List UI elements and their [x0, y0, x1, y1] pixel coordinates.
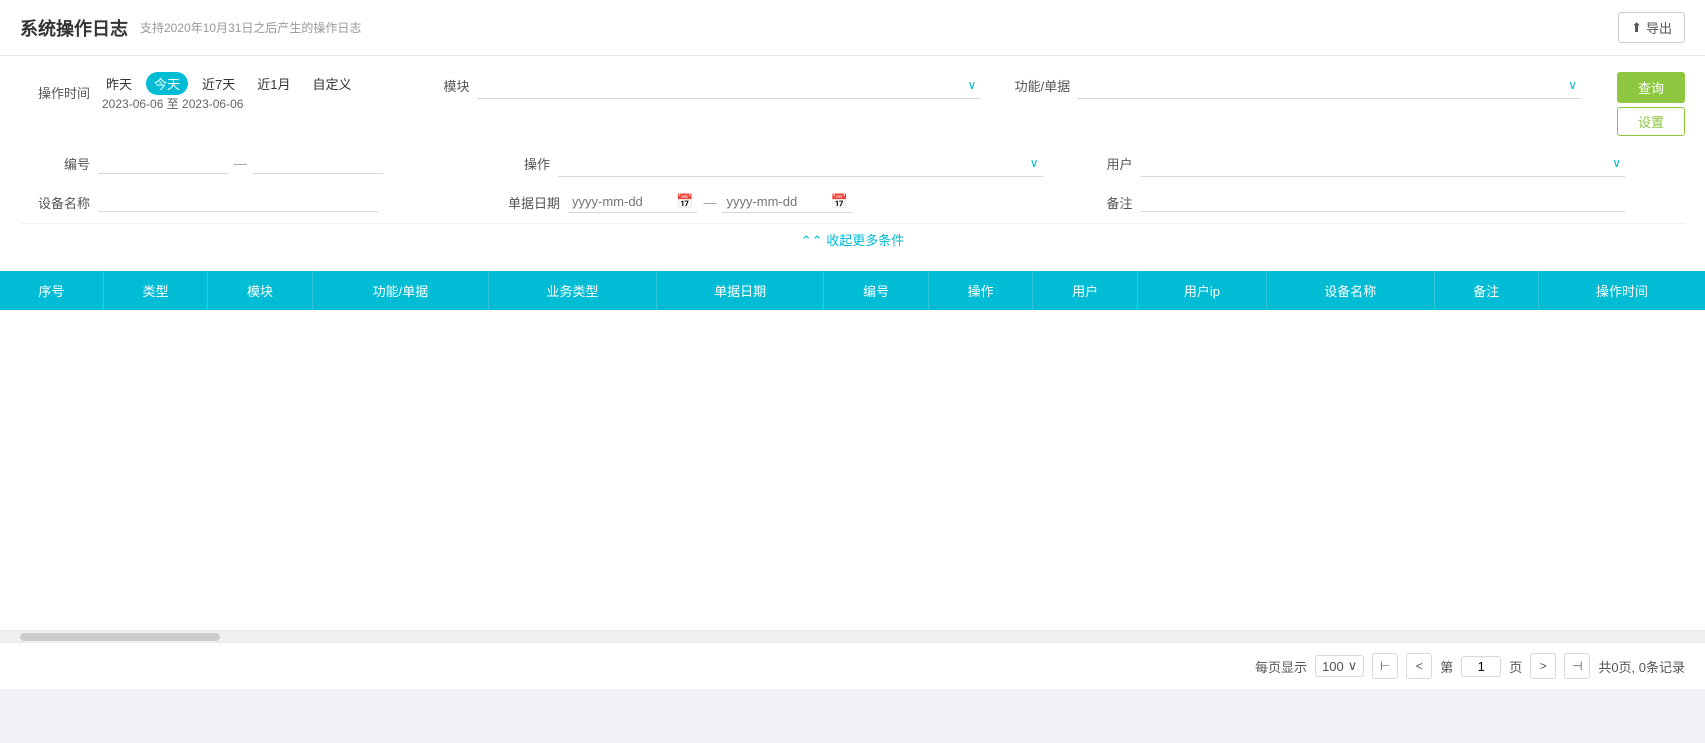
yesterday-btn[interactable]: 昨天 — [98, 72, 140, 95]
empty-area — [0, 310, 1705, 630]
next-page-button[interactable]: > — [1530, 653, 1556, 679]
table-col-模块: 模块 — [208, 271, 312, 310]
table-col-操作: 操作 — [928, 271, 1032, 310]
func-chevron-icon: ∨ — [1568, 78, 1577, 92]
op-select[interactable]: ∨ — [558, 150, 1043, 177]
page-unit: 页 — [1509, 657, 1522, 676]
user-chevron-icon: ∨ — [1612, 156, 1621, 170]
7days-btn[interactable]: 近7天 — [194, 72, 243, 95]
page-size-select[interactable]: 100 ∨ — [1315, 655, 1364, 677]
func-label: 功能/单据 — [1000, 76, 1070, 95]
settings-button[interactable]: 设置 — [1617, 107, 1685, 136]
code-start-input[interactable] — [98, 154, 228, 174]
page-size-chevron-icon: ∨ — [1348, 658, 1358, 674]
table-col-类型: 类型 — [103, 271, 207, 310]
filter-area: 操作时间 昨天 今天 近7天 近1月 自定义 2023-06-06 至 2023… — [0, 56, 1705, 271]
user-select[interactable]: ∨ — [1141, 150, 1626, 177]
module-select[interactable]: ∨ — [478, 72, 981, 99]
table-col-设备名称: 设备名称 — [1266, 271, 1434, 310]
date-range-display: 2023-06-06 至 2023-06-06 — [102, 95, 360, 112]
title-area: 系统操作日志 支持2020年10月31日之后产生的操作日志 — [20, 15, 361, 41]
module-label: 模块 — [400, 76, 470, 95]
last-page-button[interactable]: ⊣ — [1564, 653, 1590, 679]
page-title: 系统操作日志 — [20, 15, 128, 41]
voucher-date-end-input[interactable] — [726, 194, 826, 209]
page-header: 系统操作日志 支持2020年10月31日之后产生的操作日志 ⬆ 导出 — [0, 0, 1705, 56]
module-chevron-icon: ∨ — [967, 78, 976, 92]
query-button[interactable]: 查询 — [1617, 72, 1685, 103]
action-buttons: 查询 设置 — [1617, 72, 1685, 136]
user-select-text — [1145, 152, 1613, 174]
remark-input[interactable] — [1141, 192, 1626, 212]
op-select-text — [562, 152, 1030, 174]
page-size-value: 100 — [1322, 659, 1344, 674]
table-col-单据日期: 单据日期 — [656, 271, 824, 310]
calendar-end-icon[interactable]: 📅 — [830, 193, 847, 210]
data-table: 序号类型模块功能/单据业务类型单据日期编号操作用户用户ip设备名称备注操作时间 — [0, 271, 1705, 310]
device-input[interactable] — [98, 192, 378, 212]
table-col-操作时间: 操作时间 — [1539, 271, 1705, 310]
table-col-用户ip: 用户ip — [1137, 271, 1266, 310]
page-subtitle: 支持2020年10月31日之后产生的操作日志 — [140, 19, 361, 36]
total-label: 共0页, 0条记录 — [1598, 657, 1685, 676]
device-label: 设备名称 — [20, 193, 90, 212]
func-select-text — [1082, 74, 1568, 96]
table-header-row: 序号类型模块功能/单据业务类型单据日期编号操作用户用户ip设备名称备注操作时间 — [0, 271, 1705, 310]
horizontal-scrollbar[interactable] — [0, 630, 1705, 642]
collapse-icon: ⌃⌃ — [801, 233, 823, 248]
page-number-input[interactable] — [1461, 656, 1501, 677]
code-end-input[interactable] — [253, 154, 383, 174]
voucher-date-start-input[interactable] — [572, 194, 672, 209]
table-col-备注: 备注 — [1434, 271, 1538, 310]
time-label: 操作时间 — [20, 83, 90, 102]
voucher-date-end[interactable]: 📅 — [722, 191, 851, 213]
today-btn[interactable]: 今天 — [146, 72, 188, 95]
table-col-序号: 序号 — [0, 271, 103, 310]
op-label: 操作 — [480, 154, 550, 173]
table-col-编号: 编号 — [824, 271, 928, 310]
export-button[interactable]: ⬆ 导出 — [1618, 12, 1685, 43]
voucher-date-start[interactable]: 📅 — [568, 191, 697, 213]
collapse-bar[interactable]: ⌃⌃ 收起更多条件 — [20, 223, 1685, 255]
func-select[interactable]: ∨ — [1078, 72, 1581, 99]
prev-page-button[interactable]: < — [1406, 653, 1432, 679]
user-label: 用户 — [1063, 154, 1133, 173]
collapse-label: 收起更多条件 — [826, 233, 904, 248]
first-page-button[interactable]: ⊢ — [1372, 653, 1398, 679]
table-col-功能/单据: 功能/单据 — [312, 271, 488, 310]
page-label: 第 — [1440, 657, 1453, 676]
table-header: 序号类型模块功能/单据业务类型单据日期编号操作用户用户ip设备名称备注操作时间 — [0, 271, 1705, 310]
code-label: 编号 — [20, 154, 90, 173]
scrollbar-thumb[interactable] — [20, 633, 220, 641]
table-col-业务类型: 业务类型 — [489, 271, 657, 310]
module-select-text — [482, 74, 968, 96]
custom-btn[interactable]: 自定义 — [305, 72, 360, 95]
calendar-start-icon[interactable]: 📅 — [676, 193, 693, 210]
remark-label: 备注 — [1063, 193, 1133, 212]
page-size-label: 每页显示 — [1255, 657, 1307, 676]
time-buttons: 昨天 今天 近7天 近1月 自定义 — [98, 72, 360, 95]
op-chevron-icon: ∨ — [1030, 156, 1039, 170]
pagination-bar: 每页显示 100 ∨ ⊢ < 第 页 > ⊣ 共0页, 0条记录 — [0, 642, 1705, 689]
export-icon: ⬆ — [1631, 20, 1642, 36]
table-col-用户: 用户 — [1033, 271, 1137, 310]
voucher-date-label: 单据日期 — [480, 193, 560, 212]
1month-btn[interactable]: 近1月 — [249, 72, 298, 95]
table-section: 序号类型模块功能/单据业务类型单据日期编号操作用户用户ip设备名称备注操作时间 — [0, 271, 1705, 630]
